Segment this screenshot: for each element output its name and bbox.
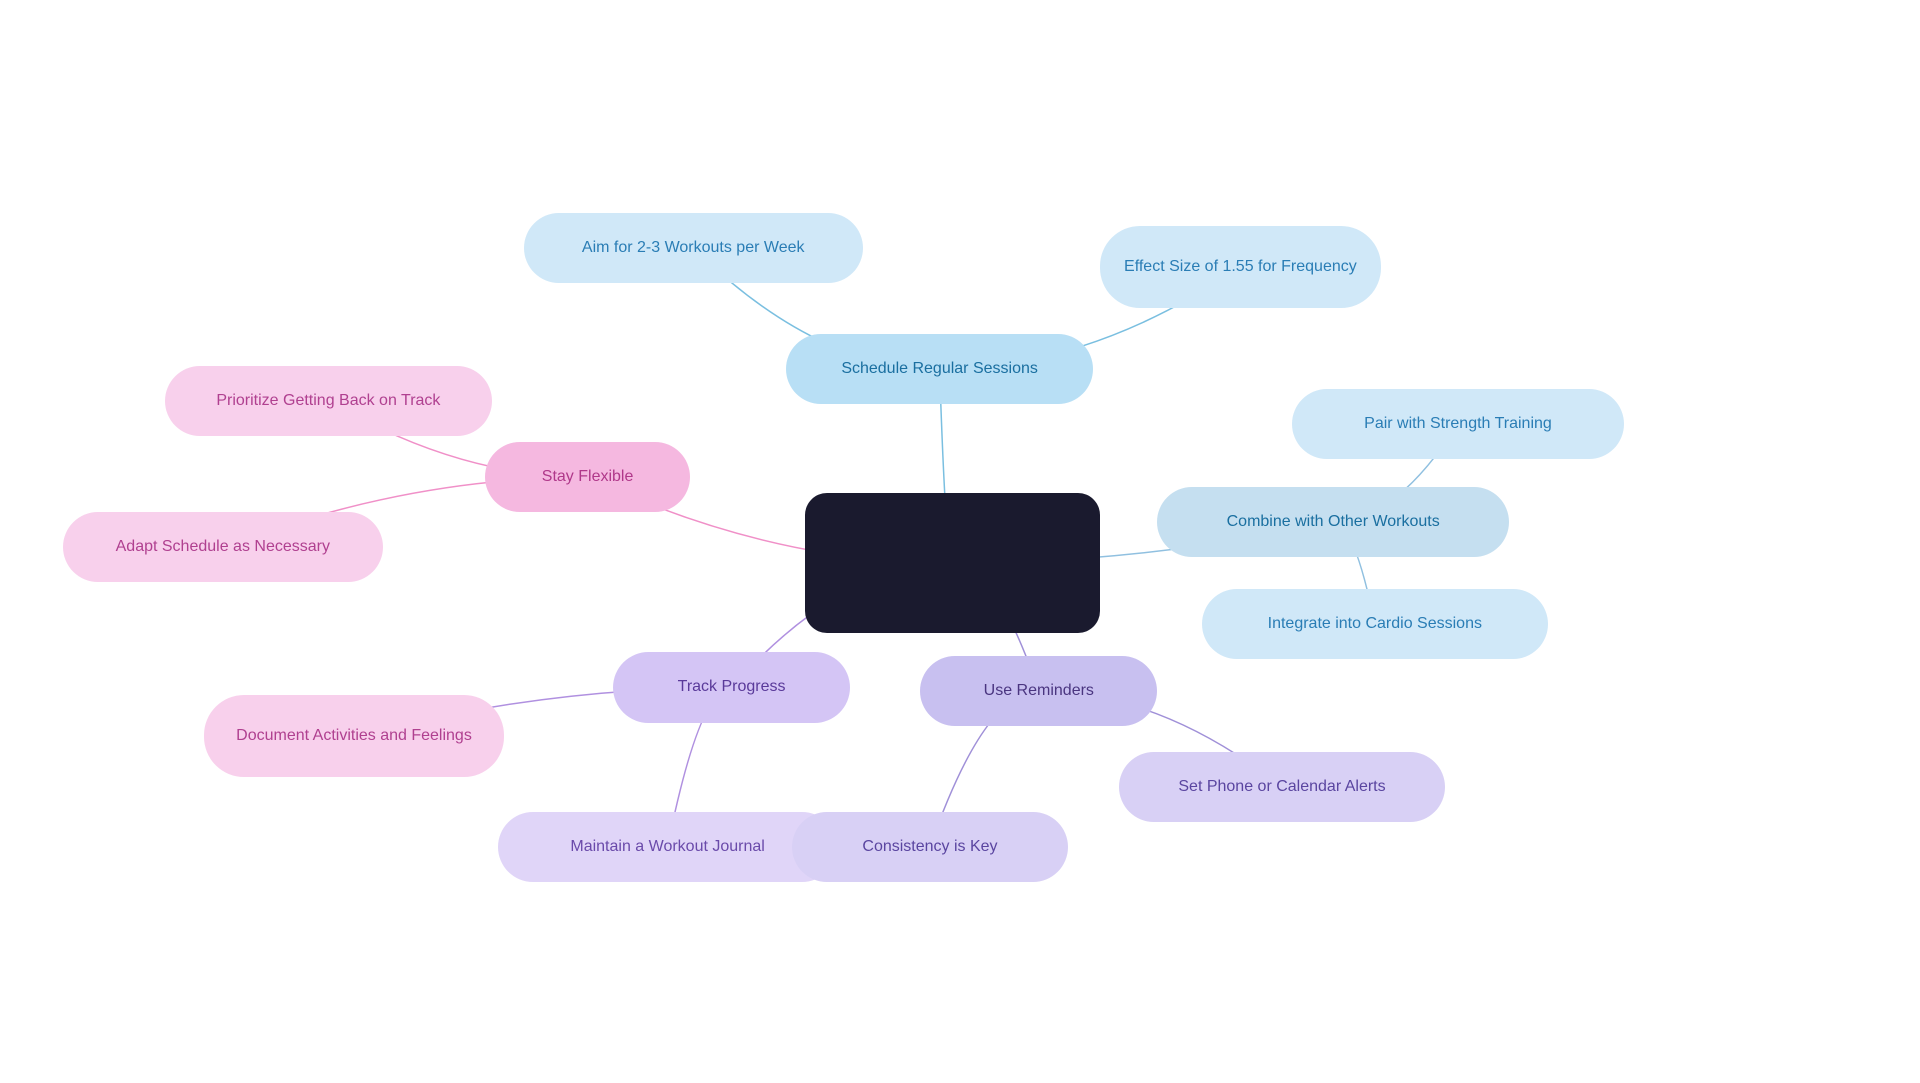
set-alerts-node: Set Phone or Calendar Alerts <box>1119 752 1445 822</box>
effect-size-node: Effect Size of 1.55 for Frequency <box>1100 226 1382 309</box>
document-activities-node: Document Activities and Feelings <box>204 695 505 778</box>
maintain-journal-node: Maintain a Workout Journal <box>498 812 837 882</box>
adapt-schedule-node: Adapt Schedule as Necessary <box>63 512 383 582</box>
track-progress-node: Track Progress <box>613 652 850 722</box>
prioritize-back-node: Prioritize Getting Back on Track <box>165 366 491 436</box>
stay-flexible-node: Stay Flexible <box>485 442 690 512</box>
pair-strength-node: Pair with Strength Training <box>1292 389 1625 459</box>
combine-workouts-node: Combine with Other Workouts <box>1157 487 1509 557</box>
schedule-regular-node: Schedule Regular Sessions <box>786 334 1093 404</box>
integrate-cardio-node: Integrate into Cardio Sessions <box>1202 589 1548 659</box>
consistency-key-node: Consistency is Key <box>792 812 1067 882</box>
use-reminders-node: Use Reminders <box>920 656 1157 726</box>
center-node <box>805 493 1099 633</box>
aim-workouts-node: Aim for 2-3 Workouts per Week <box>524 213 863 283</box>
